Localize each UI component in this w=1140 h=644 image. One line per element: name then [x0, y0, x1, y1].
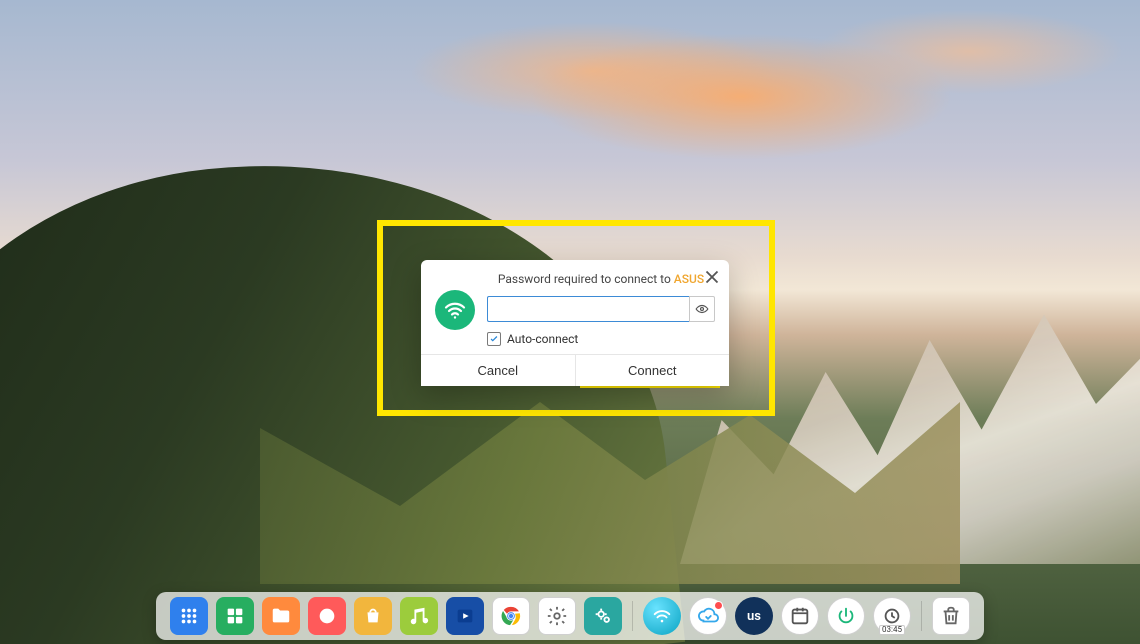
dialog-title: Password required to connect to ASUS	[487, 272, 715, 286]
eye-icon	[695, 302, 709, 316]
app-store-icon[interactable]	[308, 597, 346, 635]
show-password-button[interactable]	[689, 296, 715, 322]
launcher-icon[interactable]	[170, 597, 208, 635]
cancel-button[interactable]: Cancel	[421, 355, 575, 386]
music-icon[interactable]	[400, 597, 438, 635]
password-input[interactable]	[487, 296, 689, 322]
settings-icon[interactable]	[538, 597, 576, 635]
connect-button[interactable]: Connect	[575, 355, 730, 386]
wifi-password-dialog: Password required to connect to ASUS Aut…	[421, 260, 729, 386]
close-icon	[701, 266, 723, 288]
chrome-icon[interactable]	[492, 597, 530, 635]
tray-keyboard-layout[interactable]: us	[735, 597, 773, 635]
wifi-icon	[435, 290, 475, 330]
tray-cloud-sync-icon[interactable]	[689, 597, 727, 635]
auto-connect-checkbox[interactable]	[487, 332, 501, 346]
keyboard-layout-label: us	[747, 609, 761, 624]
close-button[interactable]	[701, 266, 723, 288]
file-manager-icon[interactable]	[262, 597, 300, 635]
auto-connect-label: Auto-connect	[507, 332, 578, 346]
tray-datetime-icon[interactable]	[781, 597, 819, 635]
multitask-icon[interactable]	[216, 597, 254, 635]
auto-connect-row[interactable]: Auto-connect	[487, 332, 715, 346]
store-icon[interactable]	[354, 597, 392, 635]
dock-separator-2	[921, 601, 922, 631]
dialog-title-prefix: Password required to connect to	[498, 272, 674, 286]
dock: us 03:45	[156, 592, 984, 640]
tray-power-icon[interactable]	[827, 597, 865, 635]
dialog-ssid: ASUS	[674, 272, 704, 286]
tray-network-icon[interactable]	[643, 597, 681, 635]
video-icon[interactable]	[446, 597, 484, 635]
trash-icon[interactable]	[932, 597, 970, 635]
system-settings-icon[interactable]	[584, 597, 622, 635]
dock-separator	[632, 601, 633, 631]
check-icon	[489, 334, 499, 344]
tray-clock-icon[interactable]: 03:45	[873, 597, 911, 635]
clock-small-label: 03:45	[879, 625, 905, 635]
